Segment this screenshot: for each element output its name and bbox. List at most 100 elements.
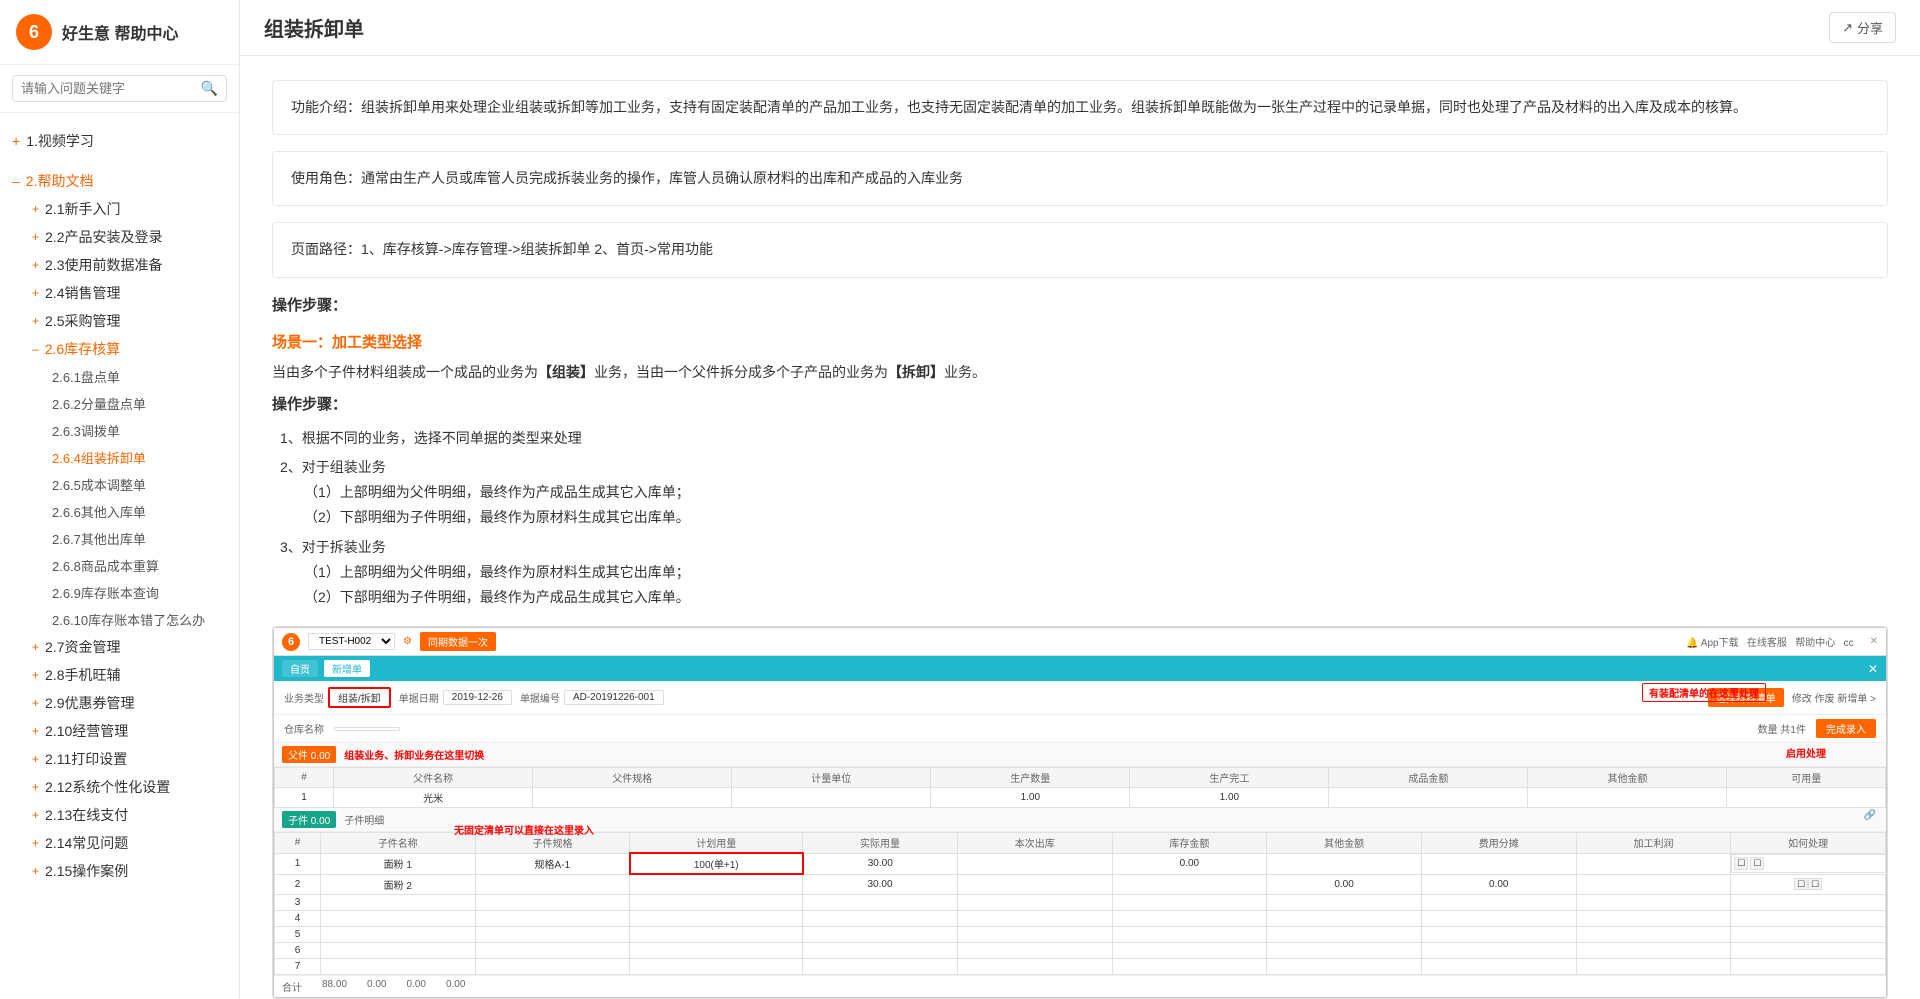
app-lower-table: # 子件名称 子件规格 计划用量 实际用量 本次出库 库存金额 其他金额 费用分…	[274, 832, 1886, 975]
sidebar-item-269[interactable]: 2.6.9库存账本查询	[48, 579, 227, 606]
nav-sub-header-data-prep[interactable]: + 2.3使用前数据准备	[32, 251, 227, 279]
lower-td-actual-2: 30.00	[803, 874, 958, 894]
info-block-role: 使用角色：通常由生产人员或库管人员完成拆装业务的操作，库管人员确认原材料的出库和…	[272, 151, 1888, 206]
app-topbar: 6 TEST-H002 ⚙ 同期数据一次 🔔 App下载 在线客服 帮助中心 c…	[274, 628, 1886, 656]
app-id-select[interactable]: TEST-H002	[308, 633, 395, 650]
plus-icon-coupon: +	[32, 696, 39, 710]
plus-icon-faq: +	[32, 836, 39, 850]
th-upper-available: 可用量	[1727, 768, 1886, 788]
upper-td-qty-produce-1: 1.00	[931, 788, 1130, 808]
app-close-btn[interactable]: ✕	[1870, 636, 1878, 647]
app-save-btn[interactable]: 完成录入	[1816, 719, 1876, 738]
app-sync-btn[interactable]: ⚙	[403, 636, 412, 647]
app-logo-icon: 6	[282, 633, 300, 651]
th-lower-plan: 计划用量	[630, 833, 803, 854]
sidebar-item-267[interactable]: 2.6.7其他出库单	[48, 525, 227, 552]
nav-sub-header-finance[interactable]: + 2.7资金管理	[32, 633, 227, 661]
form-input-num[interactable]: AD-20191226-001	[564, 690, 664, 705]
form-input-warehouse[interactable]	[334, 727, 400, 731]
total-out: 0.00	[367, 979, 386, 994]
nav-label-online-pay: 2.13在线支付	[45, 805, 128, 825]
lower-table-row-1: 1 面粉 1 规格A-1 100(单+1) 30.00 0.00 ☐☐	[275, 853, 1886, 874]
nav-sub-header-custom[interactable]: + 2.12系统个性化设置	[32, 773, 227, 801]
lower-table-row-2: 2 面粉 2 30.00 0.00 0.00 ☐☐	[275, 874, 1886, 894]
lower-td-stock-1: 0.00	[1112, 853, 1267, 874]
nav-section-header-docs[interactable]: – 2.帮助文档	[12, 167, 227, 195]
app-lower-table-wrapper: # 子件名称 子件规格 计划用量 实际用量 本次出库 库存金额 其他金额 费用分…	[274, 832, 1886, 975]
form-input-type[interactable]: 组装/拆卸	[328, 687, 391, 708]
nav-sub-header-print[interactable]: + 2.11打印设置	[32, 745, 227, 773]
sidebar-item-268[interactable]: 2.6.8商品成本重算	[48, 552, 227, 579]
section-badge-upper: 父件 0.00	[282, 746, 336, 763]
sidebar-item-262[interactable]: 2.6.2分量盘点单	[48, 390, 227, 417]
search-input[interactable]	[21, 81, 201, 96]
nav-sub-header-mobile[interactable]: + 2.8手机旺辅	[32, 661, 227, 689]
upper-td-available-1	[1727, 788, 1886, 808]
nav-section-header-video[interactable]: + 1.视频学习	[12, 127, 227, 155]
nav-label-coupon: 2.9优惠券管理	[45, 693, 134, 713]
nav-sub-header-coupon[interactable]: + 2.9优惠券管理	[32, 689, 227, 717]
sidebar-item-264[interactable]: 2.6.4组装拆卸单	[48, 444, 227, 471]
plus-icon-custom: +	[32, 780, 39, 794]
minus-icon-warehouse: –	[32, 342, 39, 356]
annotation-wuguding: 无固定清单可以直接在这里录入	[454, 822, 594, 837]
nav-label-docs: 2.帮助文档	[26, 171, 94, 191]
app-upper-table-head: # 父件名称 父件规格 计量单位 生产数量 生产完工 成品金额 其他金额 可用量	[275, 768, 1886, 788]
step-3-1: （1）上部明细为父件明细，最终作为原材料生成其它出库单；	[304, 560, 1888, 585]
upper-td-name-1: 光米	[334, 788, 533, 808]
upper-td-idx-1: 1	[275, 788, 334, 808]
nav-section-video: + 1.视频学习	[0, 121, 239, 161]
th-lower-stock-amt: 库存金额	[1112, 833, 1267, 854]
search-area: 🔍	[0, 65, 239, 113]
tab-xinzeng[interactable]: 新增单	[324, 660, 370, 677]
topbar: 组装拆卸单 ↗ 分享	[240, 0, 1920, 56]
annotation-type-label: 组装业务、拆卸业务在这里切换	[344, 747, 484, 762]
section-badge-lower: 子件 0.00	[282, 811, 336, 828]
form-label-num: 单据编号	[520, 690, 560, 705]
step-3-sub: （1）上部明细为父件明细，最终作为原材料生成其它出库单； （2）下部明细为子件明…	[280, 560, 1888, 610]
th-upper-name: 父件名称	[334, 768, 533, 788]
plus-icon-data-prep: +	[32, 258, 39, 272]
sidebar-item-263[interactable]: 2.6.3调拨单	[48, 417, 227, 444]
app-batch-btn[interactable]: 同期数据一次	[420, 632, 496, 651]
app-dialog-title: 自贡 新增单 ✕	[274, 656, 1886, 681]
th-lower-idx: #	[275, 833, 321, 854]
sidebar-item-261[interactable]: 2.6.1盘点单	[48, 363, 227, 390]
form-input-date[interactable]: 2019-12-26	[443, 690, 512, 705]
nav-sub-header-warehouse[interactable]: – 2.6库存核算	[32, 335, 227, 363]
lower-td-idx-1: 1	[275, 853, 321, 874]
sidebar-item-2610[interactable]: 2.6.10库存账本错了怎么办	[48, 606, 227, 633]
app-sub-form: 仓库名称 数量 共1件 完成录入	[274, 715, 1886, 743]
dialog-close-icon[interactable]: ✕	[1868, 662, 1878, 676]
nav-label-print: 2.11打印设置	[45, 749, 127, 769]
nav-label-warehouse: 2.6库存核算	[45, 339, 120, 359]
form-label-warehouse: 仓库名称	[284, 721, 324, 736]
search-icon[interactable]: 🔍	[201, 80, 218, 97]
nav-section-docs: – 2.帮助文档 + 2.1新手入门 + 2.2产品安装及登录 + 2.3使用前…	[0, 161, 239, 891]
share-button[interactable]: ↗ 分享	[1829, 12, 1896, 43]
sidebar-item-265[interactable]: 2.6.5成本调整单	[48, 471, 227, 498]
sidebar-item-266[interactable]: 2.6.6其他入库单	[48, 498, 227, 525]
nav-sub-header-cases[interactable]: + 2.15操作案例	[32, 857, 227, 885]
nav-sub-header-sales[interactable]: + 2.4销售管理	[32, 279, 227, 307]
step-2: 2、对于组装业务 （1）上部明细为父件明细，最终作为产成品生成其它入库单； （2…	[280, 455, 1888, 531]
search-box: 🔍	[12, 75, 227, 102]
plus-icon-install: +	[32, 230, 39, 244]
share-icon: ↗	[1842, 20, 1853, 36]
nav-sub-header-ops[interactable]: + 2.10经营管理	[32, 717, 227, 745]
plus-icon-purchase: +	[32, 314, 39, 328]
nav-sub-header-purchase[interactable]: + 2.5采购管理	[32, 307, 227, 335]
tab-zizhuang[interactable]: 自贡	[282, 660, 318, 677]
steps-title: 操作步骤：	[272, 393, 1888, 414]
lower-td-how-2: ☐☐	[1731, 874, 1886, 894]
lower-table-row-3: 3	[275, 894, 1886, 910]
nav-sub-header-online-pay[interactable]: + 2.13在线支付	[32, 801, 227, 829]
nav-sub-header-newcomer[interactable]: + 2.1新手入门	[32, 195, 227, 223]
lower-td-name-2: 面粉 2	[320, 874, 475, 894]
app-more-actions[interactable]: 修改 作废 新增单 >	[1792, 690, 1876, 705]
upper-td-unit-1	[732, 788, 931, 808]
info-block-func: 功能介绍：组装拆卸单用来处理企业组装或拆卸等加工业务，支持有固定装配清单的产品加…	[272, 80, 1888, 135]
nav-sub-header-install[interactable]: + 2.2产品安装及登录	[32, 223, 227, 251]
nav-sub-header-faq[interactable]: + 2.14常见问题	[32, 829, 227, 857]
total-actual: 88.00	[322, 979, 347, 994]
